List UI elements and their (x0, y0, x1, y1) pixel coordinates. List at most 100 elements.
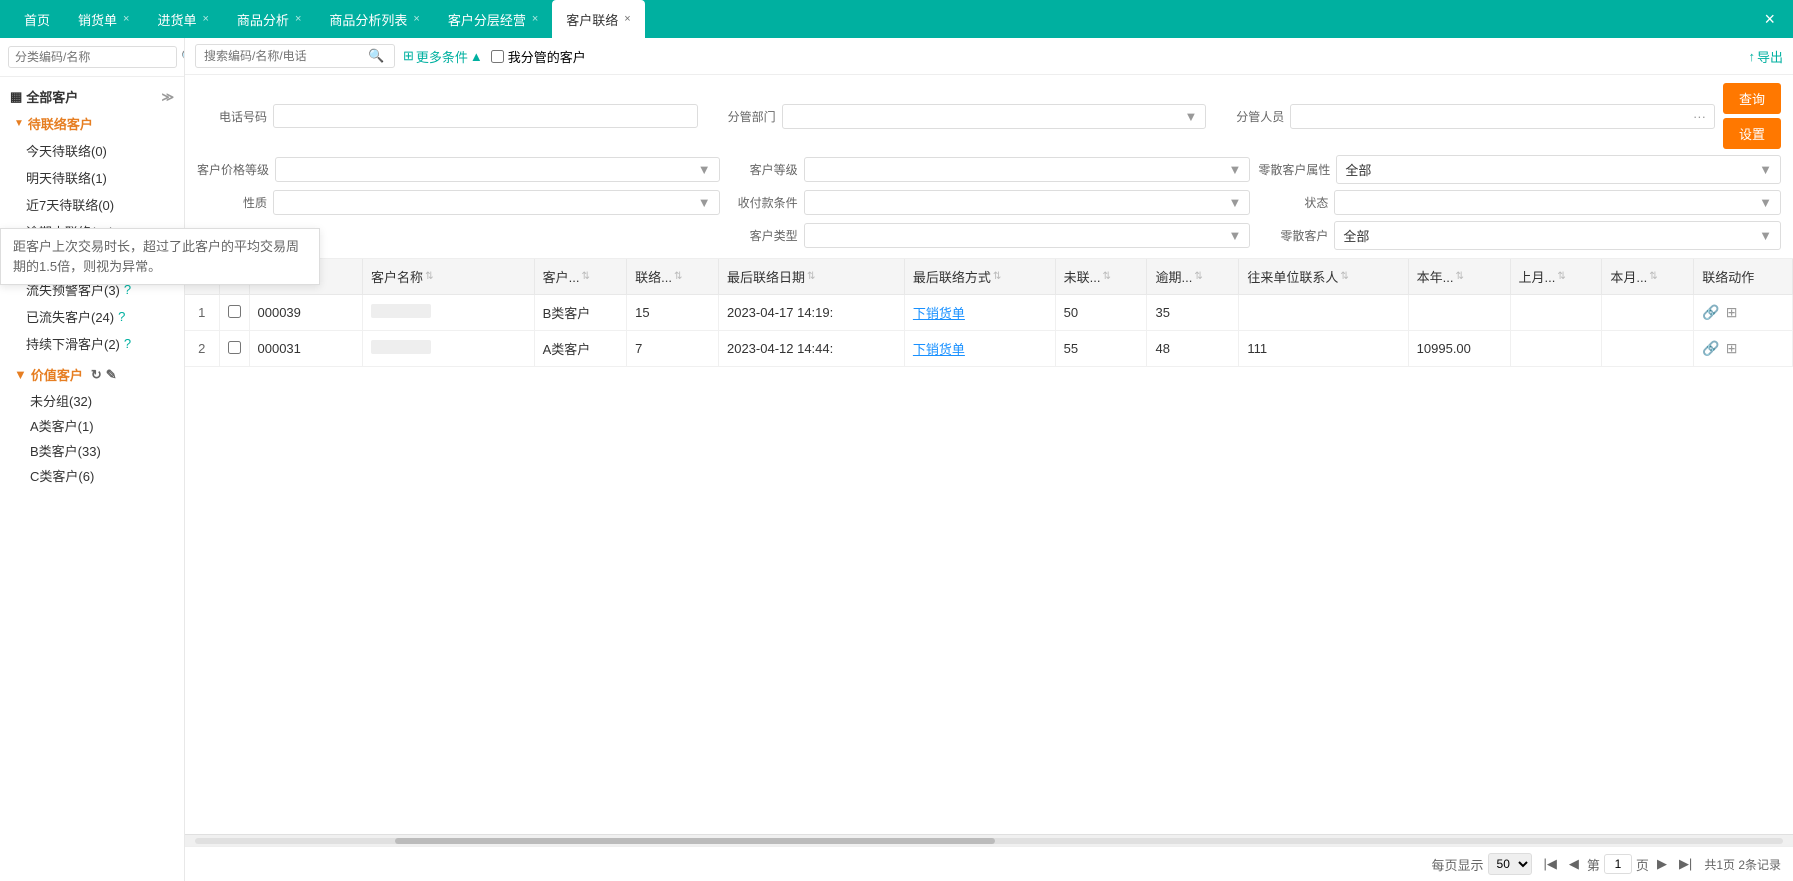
main-table: ⚙ 客户编码 ⇅ (185, 259, 1793, 367)
sidebar-all-customers[interactable]: ▦ 全部客户 ≫ (0, 83, 184, 110)
value-item-a[interactable]: A类客户(1) (26, 413, 174, 438)
nav-home[interactable]: 首页 (10, 0, 64, 38)
customer-grade-chevron-icon: ▼ (1228, 162, 1241, 177)
row2-name[interactable] (363, 331, 535, 367)
th-name[interactable]: 客户名称 ⇅ (363, 259, 535, 295)
customer-type-select[interactable]: ▼ (804, 223, 1251, 248)
retail-attr-select[interactable]: 全部 ▼ (1336, 155, 1781, 184)
close-product-analysis-list-icon[interactable]: × (413, 13, 419, 25)
gender-select[interactable]: ▼ (273, 190, 720, 215)
refresh-icon[interactable]: ↻ (91, 367, 102, 383)
sidebar-item-7days[interactable]: 近7天待联络(0) (0, 191, 184, 218)
row2-select-checkbox[interactable] (228, 341, 241, 354)
row2-link-icon[interactable]: 🔗 (1702, 340, 1719, 357)
more-conditions-btn[interactable]: ⊞ 更多条件 ▲ (403, 47, 483, 66)
row2-checkbox[interactable] (219, 331, 249, 367)
row2-last-month (1510, 331, 1602, 367)
dept-chevron-icon: ▼ (1184, 109, 1197, 124)
scroll-thumb[interactable] (395, 838, 995, 844)
sort-this-month-icon: ⇅ (1649, 271, 1657, 282)
row2-last-method[interactable]: 下销货单 (904, 331, 1055, 367)
row1-checkbox[interactable] (219, 295, 249, 331)
edit-value-icon[interactable]: ✎ (106, 367, 117, 383)
value-section-header[interactable]: ▼ 价值客户 ↻ ✎ (14, 361, 174, 388)
th-contact[interactable]: 联络... ⇅ (627, 259, 719, 295)
nav-product-analysis[interactable]: 商品分析 × (223, 0, 315, 38)
status-select[interactable]: ▼ (1334, 190, 1781, 215)
nav-customer-tier[interactable]: 客户分层经营 × (434, 0, 552, 38)
th-overdue[interactable]: 逾期... ⇅ (1147, 259, 1239, 295)
sidebar-item-tomorrow[interactable]: 明天待联络(1) (0, 164, 184, 191)
row1-uncontacted: 50 (1055, 295, 1147, 331)
my-customers-checkbox[interactable] (491, 50, 504, 63)
nav-sales-order[interactable]: 销货单 × (64, 0, 143, 38)
horizontal-scrollbar[interactable] (185, 834, 1793, 846)
row1-link-icon[interactable]: 🔗 (1702, 304, 1719, 321)
th-this-year[interactable]: 本年... ⇅ (1408, 259, 1510, 295)
nav-customer-contact[interactable]: 客户联络 × (552, 0, 644, 38)
sidebar-item-already-lost[interactable]: 已流失客户(24) ? (0, 303, 184, 330)
close-product-analysis-icon[interactable]: × (295, 13, 301, 25)
first-page-button[interactable]: |◀ (1540, 855, 1561, 873)
th-last-method[interactable]: 最后联络方式 ⇅ (904, 259, 1055, 295)
row2-index: 2 (185, 331, 219, 367)
declining-help-icon[interactable]: ? (124, 336, 131, 351)
sidebar-search-input[interactable] (8, 46, 177, 68)
row1-action: 🔗 ⊞ (1694, 295, 1793, 331)
row1-overdue: 35 (1147, 295, 1239, 331)
sidebar-item-today[interactable]: 今天待联络(0) (0, 137, 184, 164)
person-select[interactable]: ··· (1290, 104, 1715, 129)
page-number-input[interactable] (1604, 854, 1632, 874)
th-this-month[interactable]: 本月... ⇅ (1602, 259, 1694, 295)
settings-button[interactable]: 设置 (1723, 118, 1781, 149)
next-page-button[interactable]: ▶ (1653, 855, 1671, 873)
table-wrapper[interactable]: ⚙ 客户编码 ⇅ (185, 259, 1793, 834)
already-lost-help-icon[interactable]: ? (118, 309, 125, 324)
value-item-c[interactable]: C类客户(6) (26, 463, 174, 488)
close-sales-order-icon[interactable]: × (123, 13, 129, 25)
value-item-b[interactable]: B类客户(33) (26, 438, 174, 463)
th-type[interactable]: 客户... ⇅ (534, 259, 626, 295)
sidebar-collapse-icon[interactable]: ≫ (161, 90, 174, 104)
th-company-contacts[interactable]: 往来单位联系人 ⇅ (1239, 259, 1408, 295)
main-layout: 🔍 ▦ 全部客户 ≫ ▼ 待联络客户 今天待联络(0) (0, 38, 1793, 881)
payment-select[interactable]: ▼ (804, 190, 1251, 215)
row1-last-method[interactable]: 下销货单 (904, 295, 1055, 331)
export-icon: ↑ (1748, 49, 1755, 64)
filter-retail-customer: 零散客户 全部 ▼ (1258, 221, 1781, 250)
table-row: 1 000039 B类客户 15 2023-04-17 14:19: (185, 295, 1793, 331)
th-last-date[interactable]: 最后联络日期 ⇅ (718, 259, 904, 295)
dept-select[interactable]: ▼ (782, 104, 1207, 129)
retail-customer-select[interactable]: 全部 ▼ (1334, 221, 1781, 250)
search-input-icon[interactable]: 🔍 (368, 48, 384, 64)
price-grade-select[interactable]: ▼ (275, 157, 720, 182)
th-uncontacted[interactable]: 未联... ⇅ (1055, 259, 1147, 295)
customer-grade-select[interactable]: ▼ (804, 157, 1251, 182)
prev-page-button[interactable]: ◀ (1565, 855, 1583, 873)
row2-grid-icon[interactable]: ⊞ (1726, 340, 1738, 357)
row1-select-checkbox[interactable] (228, 305, 241, 318)
phone-input[interactable] (273, 104, 698, 128)
filter-price-grade: 客户价格等级 ▼ (197, 157, 720, 182)
search-input[interactable] (204, 49, 364, 63)
close-customer-tier-icon[interactable]: × (532, 13, 538, 25)
export-button[interactable]: ↑ 导出 (1748, 47, 1783, 66)
sidebar-item-declining[interactable]: 持续下滑客户(2) ? (0, 330, 184, 357)
row1-last-month (1510, 295, 1602, 331)
window-close-button[interactable]: × (1756, 9, 1783, 30)
pending-section-header[interactable]: ▼ 待联络客户 (0, 110, 184, 137)
per-page-select[interactable]: 50 (1488, 853, 1532, 875)
last-page-button[interactable]: ▶| (1675, 855, 1696, 873)
th-last-month[interactable]: 上月... ⇅ (1510, 259, 1602, 295)
nav-product-analysis-list[interactable]: 商品分析列表 × (315, 0, 433, 38)
value-item-ungroup[interactable]: 未分组(32) (26, 388, 174, 413)
close-customer-contact-icon[interactable]: × (624, 13, 630, 25)
row1-grid-icon[interactable]: ⊞ (1726, 304, 1738, 321)
table-area: ⚙ 客户编码 ⇅ (185, 259, 1793, 881)
close-purchase-order-icon[interactable]: × (202, 13, 208, 25)
query-button[interactable]: 查询 (1723, 83, 1781, 114)
row1-name[interactable] (363, 295, 535, 331)
tooltip-box: 距客户上次交易时长，超过了此客户的平均交易周期的1.5倍，则视为异常。 (0, 228, 184, 285)
my-customers-filter[interactable]: 我分管的客户 (491, 47, 586, 66)
nav-purchase-order[interactable]: 进货单 × (143, 0, 222, 38)
